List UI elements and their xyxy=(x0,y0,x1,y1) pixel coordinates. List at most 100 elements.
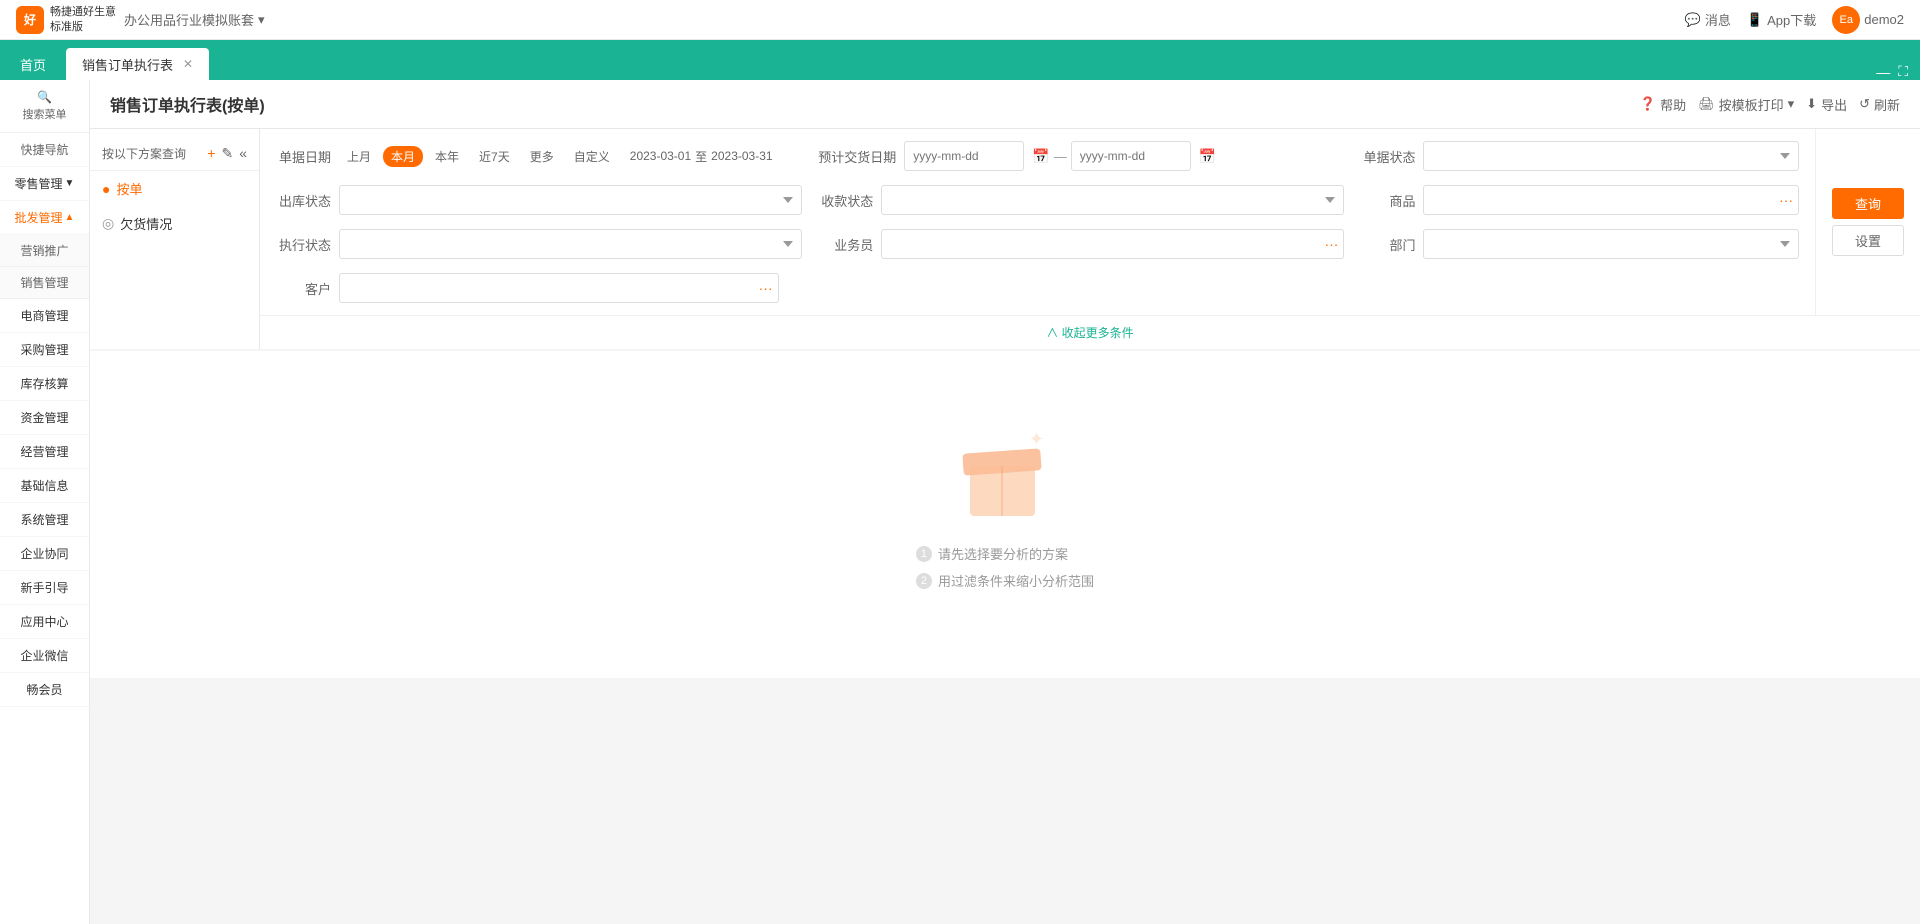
maximize-icon[interactable]: ⛶ xyxy=(1898,63,1908,80)
export-button[interactable]: ⬇ 导出 xyxy=(1806,95,1847,114)
collapse-section[interactable]: ∧ 收起更多条件 xyxy=(260,315,1920,349)
hint-num-2: 2 xyxy=(916,573,932,589)
sidebar-item-enterprise[interactable]: 企业协同 xyxy=(0,537,89,571)
chevron-icon: ▼ xyxy=(65,178,75,189)
minimize-icon[interactable]: — xyxy=(1876,64,1890,80)
salesperson-group: 业务员 ··· xyxy=(818,229,1344,259)
content-area: 销售订单执行表(按单) ❓ 帮助 🖨 按模板打印 ▾ ⬇ 导出 ↺ 刷新 xyxy=(90,80,1920,924)
sidebar-item-sales[interactable]: 销售管理 xyxy=(0,267,89,299)
collapse-panel-button[interactable]: « xyxy=(239,145,247,162)
logo-text: 畅捷通好生意 标准版 xyxy=(50,5,116,34)
sidebar-item-wholesale[interactable]: 批发管理 ▲ xyxy=(0,201,89,235)
avatar: Ea xyxy=(1832,6,1860,34)
message-action[interactable]: 💬 消息 xyxy=(1685,10,1731,29)
filter-row-3: 执行状态 业务员 ··· xyxy=(276,229,1799,259)
expected-date-start[interactable] xyxy=(904,141,1024,171)
customer-selector-icon[interactable]: ··· xyxy=(759,280,773,296)
stock-status-label: 出库状态 xyxy=(276,191,331,210)
left-panel-item-by-order[interactable]: ● 按单 xyxy=(90,171,259,206)
doc-status-group: 单据状态 xyxy=(1360,141,1799,171)
sidebar-item-retail[interactable]: 零售管理 ▼ xyxy=(0,167,89,201)
custom-tab[interactable]: 自定义 xyxy=(566,146,618,167)
department-select[interactable] xyxy=(1423,229,1799,259)
this-year-tab[interactable]: 本年 xyxy=(427,146,467,167)
app-selector[interactable]: 办公用品行业模拟账套 ▾ xyxy=(124,10,265,29)
expected-date-label: 预计交货日期 xyxy=(818,147,896,166)
empty-hints: 1 请先选择要分析的方案 2 用过滤条件来缩小分析范围 xyxy=(916,544,1094,598)
sidebar-item-marketing[interactable]: 营销推广 xyxy=(0,235,89,267)
page-actions: ❓ 帮助 🖨 按模板打印 ▾ ⬇ 导出 ↺ 刷新 xyxy=(1640,95,1900,114)
expected-date-end[interactable] xyxy=(1071,141,1191,171)
close-icon[interactable]: ✕ xyxy=(183,57,193,71)
filter-rows: 单据日期 上月 本月 本年 近7天 更多 自定义 xyxy=(260,129,1815,315)
payment-status-select[interactable] xyxy=(881,185,1344,215)
tab-home-label: 首页 xyxy=(20,55,46,74)
edit-scheme-button[interactable]: ✎ xyxy=(221,145,233,162)
logo-icon: 好 xyxy=(16,6,44,34)
refresh-button[interactable]: ↺ 刷新 xyxy=(1859,95,1900,114)
doc-status-select[interactable] xyxy=(1423,141,1799,171)
exec-status-select[interactable] xyxy=(339,229,802,259)
sidebar-item-purchase[interactable]: 采购管理 xyxy=(0,333,89,367)
filter-rows-wrap: 单据日期 上月 本月 本年 近7天 更多 自定义 xyxy=(260,129,1920,315)
sidebar-item-member[interactable]: 畅会员 xyxy=(0,673,89,707)
department-group: 部门 xyxy=(1360,229,1799,259)
calendar-end-icon[interactable]: 📅 xyxy=(1199,148,1216,165)
download-icon: 📱 xyxy=(1747,12,1763,28)
filter-row-4: 客户 ··· xyxy=(276,273,1799,303)
user-profile[interactable]: Ea demo2 xyxy=(1832,6,1904,34)
sidebar-item-operations[interactable]: 经营管理 xyxy=(0,435,89,469)
customer-group: 客户 ··· xyxy=(276,273,779,303)
goods-selector-icon[interactable]: ··· xyxy=(1779,192,1793,208)
sidebar-item-ecommerce[interactable]: 电商管理 xyxy=(0,299,89,333)
page-header: 销售订单执行表(按单) ❓ 帮助 🖨 按模板打印 ▾ ⬇ 导出 ↺ 刷新 xyxy=(90,80,1920,129)
left-panel-item-arrears[interactable]: ◎ 欠货情况 xyxy=(90,206,259,241)
sidebar-item-finance[interactable]: 资金管理 xyxy=(0,401,89,435)
this-month-tab[interactable]: 本月 xyxy=(383,146,423,167)
customer-label: 客户 xyxy=(276,279,331,298)
sidebar-item-appcenter[interactable]: 应用中心 xyxy=(0,605,89,639)
salesperson-label: 业务员 xyxy=(818,235,873,254)
header-right: 💬 消息 📱 App下载 Ea demo2 xyxy=(1685,6,1904,34)
sidebar-item-quick-nav[interactable]: 快捷导航 xyxy=(0,133,89,167)
template-print-button[interactable]: 🖨 按模板打印 ▾ xyxy=(1698,95,1794,114)
help-button[interactable]: ❓ 帮助 xyxy=(1640,95,1686,114)
query-button[interactable]: 查询 xyxy=(1832,188,1904,219)
chevron-down-icon: ▾ xyxy=(1788,96,1795,112)
sidebar-item-system[interactable]: 系统管理 xyxy=(0,503,89,537)
arrears-icon: ◎ xyxy=(102,215,114,232)
last-7-days-tab[interactable]: 近7天 xyxy=(471,146,518,167)
svg-text:✦: ✦ xyxy=(1029,431,1044,449)
sidebar-item-wechat[interactable]: 企业微信 xyxy=(0,639,89,673)
expected-date-range: 📅 — 📅 xyxy=(904,141,1216,171)
stock-status-group: 出库状态 xyxy=(276,185,802,215)
calendar-start-icon[interactable]: 📅 xyxy=(1032,148,1049,165)
customer-input[interactable] xyxy=(339,273,779,303)
sidebar-item-newbie[interactable]: 新手引导 xyxy=(0,571,89,605)
salesperson-selector-icon[interactable]: ··· xyxy=(1324,236,1338,252)
empty-illustration: ✦ xyxy=(955,431,1055,521)
exec-status-label: 执行状态 xyxy=(276,235,331,254)
app-download-action[interactable]: 📱 App下载 xyxy=(1747,10,1816,29)
sidebar-search[interactable]: 🔍 搜索菜单 xyxy=(0,80,89,133)
chevron-up-icon: ▲ xyxy=(65,212,75,223)
tab-sales-execution[interactable]: 销售订单执行表 ✕ xyxy=(66,48,209,80)
sidebar-item-basic[interactable]: 基础信息 xyxy=(0,469,89,503)
hint-item-2: 2 用过滤条件来缩小分析范围 xyxy=(916,571,1094,590)
goods-group: 商品 ··· xyxy=(1360,185,1799,215)
salesperson-input[interactable] xyxy=(881,229,1344,259)
stock-status-select[interactable] xyxy=(339,185,802,215)
goods-input[interactable] xyxy=(1423,185,1799,215)
filter-content-wrap: 按以下方案查询 + ✎ « ● 按单 ◎ 欠货情况 xyxy=(90,129,1920,349)
collapse-icon: ∧ xyxy=(1046,326,1058,340)
more-tab[interactable]: 更多 xyxy=(522,146,562,167)
filter-fields: 单据日期 上月 本月 本年 近7天 更多 自定义 xyxy=(260,129,1920,349)
tab-home[interactable]: 首页 xyxy=(4,48,62,80)
doc-status-label: 单据状态 xyxy=(1360,147,1415,166)
chevron-down-icon: ▾ xyxy=(258,12,265,28)
add-scheme-button[interactable]: + xyxy=(207,145,215,162)
sidebar-item-inventory[interactable]: 库存核算 xyxy=(0,367,89,401)
last-month-tab[interactable]: 上月 xyxy=(339,146,379,167)
logo-area: 好 畅捷通好生意 标准版 xyxy=(16,5,116,34)
settings-button[interactable]: 设置 xyxy=(1832,225,1904,256)
